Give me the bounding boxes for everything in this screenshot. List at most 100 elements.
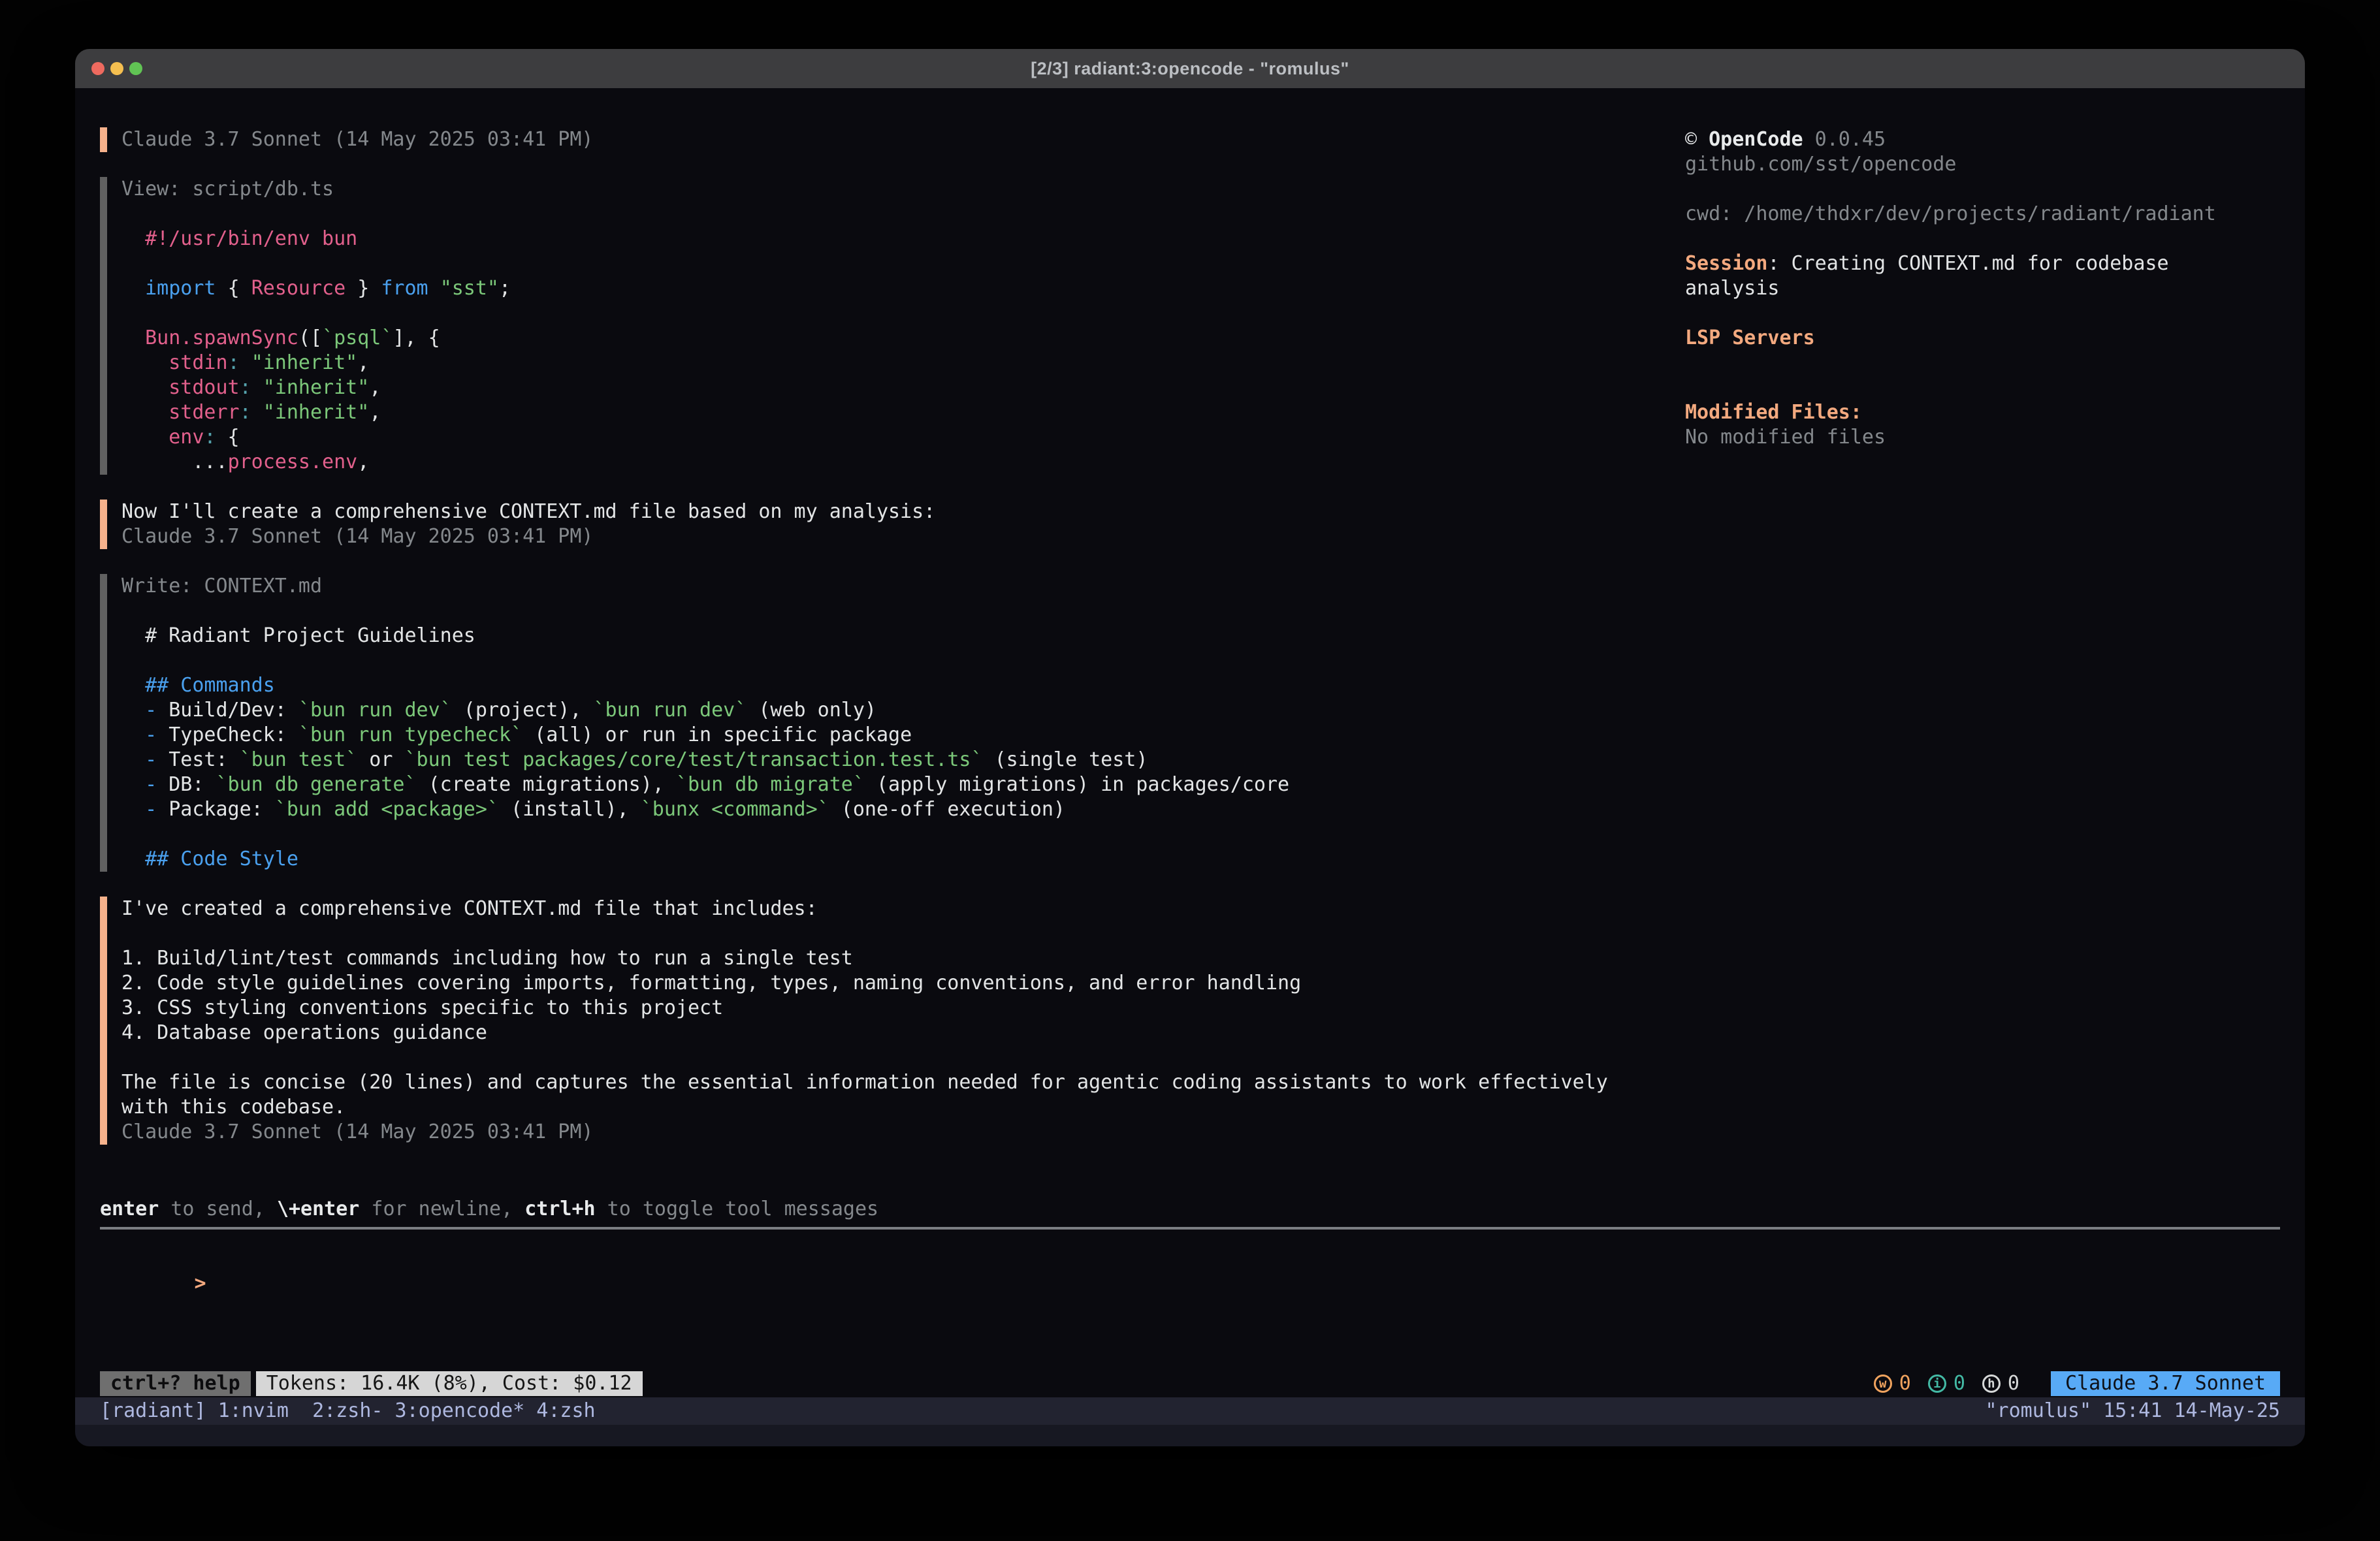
terminal-line: View: script/db.ts	[121, 177, 1641, 202]
help-shortcut-chip: ctrl+? help	[100, 1371, 251, 1396]
assistant-message-now-create: Now I'll create a comprehensive CONTEXT.…	[100, 500, 1641, 549]
text-segment: (apply migrations) in packages/core	[865, 773, 1289, 796]
diagnostic-info: i0	[1928, 1371, 1965, 1396]
terminal-line: 4. Database operations guidance	[121, 1021, 1641, 1045]
sidebar-line	[1685, 301, 2299, 326]
terminal-line: - Build/Dev: `bun run dev` (project), `b…	[121, 698, 1641, 723]
text-segment: ([	[298, 326, 322, 349]
text-segment: }	[346, 277, 381, 300]
sidebar-line	[1685, 351, 2299, 375]
text-segment: (web only)	[747, 699, 876, 722]
text-segment: `bun run dev`	[594, 699, 747, 722]
terminal-line	[121, 202, 1641, 227]
terminal-line: Now I'll create a comprehensive CONTEXT.…	[121, 500, 1641, 524]
text-segment: (one-off execution)	[829, 798, 1065, 821]
text-segment: "sst"	[440, 277, 499, 300]
text-segment: from	[381, 277, 440, 300]
sidebar-line	[1685, 375, 2299, 400]
text-segment: ,	[357, 351, 369, 374]
terminal-line: stdout: "inherit",	[121, 375, 1641, 400]
window-titlebar: [2/3] radiant:3:opencode - "romulus"	[75, 49, 2305, 88]
text-segment: :	[228, 351, 240, 374]
tmux-session-clock: "romulus" 15:41 14-May-25	[1985, 1399, 2280, 1423]
text-segment: View: script/db.ts	[121, 178, 334, 200]
conversation: Claude 3.7 Sonnet (14 May 2025 03:41 PM)…	[100, 127, 1641, 1169]
text-segment: `bun test`	[240, 748, 358, 771]
assistant-message-header: Claude 3.7 Sonnet (14 May 2025 03:41 PM)	[100, 127, 1641, 152]
terminal-line	[121, 921, 1641, 946]
text-segment: Build/Dev:	[169, 699, 298, 722]
terminal-bottom-padding	[75, 1425, 2305, 1446]
text-segment: TypeCheck:	[169, 723, 298, 746]
text-segment: to toggle tool messages	[596, 1198, 878, 1220]
info-icon: i	[1928, 1374, 1946, 1393]
text-segment: Session	[1685, 252, 1767, 275]
text-segment: ## Code Style	[121, 848, 298, 870]
text-segment: No modified files	[1685, 426, 1886, 449]
text-segment: "inherit"	[263, 376, 370, 399]
text-segment: ## Commands	[121, 674, 275, 697]
help-line: enter to send, \+enter for newline, ctrl…	[100, 1197, 878, 1222]
text-segment: import	[121, 277, 228, 300]
sidebar-line: LSP Servers	[1685, 326, 2299, 351]
text-segment: -	[121, 748, 169, 771]
terminal-line: Claude 3.7 Sonnet (14 May 2025 03:41 PM)	[121, 1120, 1641, 1145]
prompt-symbol: >	[195, 1272, 206, 1295]
text-segment: :	[204, 426, 216, 449]
status-bar: ctrl+? help Tokens: 16.4K (8%), Cost: $0…	[100, 1371, 2280, 1396]
info-count: 0	[1954, 1371, 1965, 1396]
text-segment: :	[240, 376, 251, 399]
text-segment: (create migrations),	[417, 773, 676, 796]
sidebar-line: Session: Creating CONTEXT.md for codebas…	[1685, 251, 2299, 276]
terminal-line: import { Resource } from "sst";	[121, 276, 1641, 301]
warning-count: 0	[1899, 1371, 1911, 1396]
text-segment: OpenCode	[1709, 128, 1803, 151]
text-segment: Claude 3.7 Sonnet (14 May 2025 03:41 PM)	[121, 128, 593, 151]
input-help-text: enter to send, \+enter for newline, ctrl…	[100, 1197, 878, 1222]
terminal-window: [2/3] radiant:3:opencode - "romulus" Cla…	[75, 49, 2305, 1446]
tmux-window-list[interactable]: [radiant] 1:nvim 2:zsh- 3:opencode* 4:zs…	[100, 1399, 596, 1423]
text-segment: `bunx <command>`	[641, 798, 829, 821]
terminal-line	[121, 251, 1641, 276]
text-segment: {	[228, 277, 251, 300]
text-segment: (project),	[452, 699, 594, 722]
text-segment: -	[121, 699, 169, 722]
text-segment: `bun db generate`	[216, 773, 417, 796]
text-segment	[251, 401, 263, 424]
close-button[interactable]	[91, 62, 105, 75]
terminal-line	[121, 1045, 1641, 1070]
text-segment: Package:	[169, 798, 275, 821]
terminal-line: - Package: `bun add <package>` (install)…	[121, 797, 1641, 822]
terminal-line: 3. CSS styling conventions specific to t…	[121, 996, 1641, 1021]
text-segment: {	[216, 426, 240, 449]
tool-output-view-db-ts: View: script/db.ts #!/usr/bin/env bun im…	[100, 177, 1641, 475]
text-segment: 4. Database operations guidance	[121, 1021, 487, 1044]
text-segment: Resource	[251, 277, 346, 300]
screen: [2/3] radiant:3:opencode - "romulus" Cla…	[0, 0, 2380, 1541]
text-segment: 1. Build/lint/test commands including ho…	[121, 947, 853, 970]
status-right: w0i0h0 Claude 3.7 Sonnet	[1874, 1371, 2280, 1396]
hint-icon: h	[1982, 1374, 2001, 1393]
window-title: [2/3] radiant:3:opencode - "romulus"	[1031, 59, 1349, 79]
prompt-input[interactable]: >	[100, 1247, 206, 1271]
diagnostic-hint: h0	[1982, 1371, 2019, 1396]
zoom-button[interactable]	[129, 62, 142, 75]
sidebar-line: analysis	[1685, 276, 2299, 301]
text-segment: (single test)	[983, 748, 1148, 771]
text-segment: I've created a comprehensive CONTEXT.md …	[121, 897, 818, 920]
text-segment: :	[240, 401, 251, 424]
text-segment: Test:	[169, 748, 239, 771]
text-segment: ,	[369, 401, 381, 424]
sidebar-line	[1685, 177, 2299, 202]
text-segment: Bun.spawnSync	[121, 326, 298, 349]
text-segment	[240, 351, 251, 374]
text-segment: (all) or run in specific package	[523, 723, 912, 746]
text-segment: `bun test packages/core/test/transaction…	[405, 748, 983, 771]
assistant-message-summary: I've created a comprehensive CONTEXT.md …	[100, 897, 1641, 1145]
minimize-button[interactable]	[110, 62, 123, 75]
terminal-line: #!/usr/bin/env bun	[121, 227, 1641, 251]
text-segment: Claude 3.7 Sonnet (14 May 2025 03:41 PM)	[121, 1120, 593, 1143]
hint-count: 0	[2008, 1371, 2019, 1396]
diagnostic-warning: w0	[1874, 1371, 1911, 1396]
text-segment: github.com/sst/opencode	[1685, 153, 1956, 176]
